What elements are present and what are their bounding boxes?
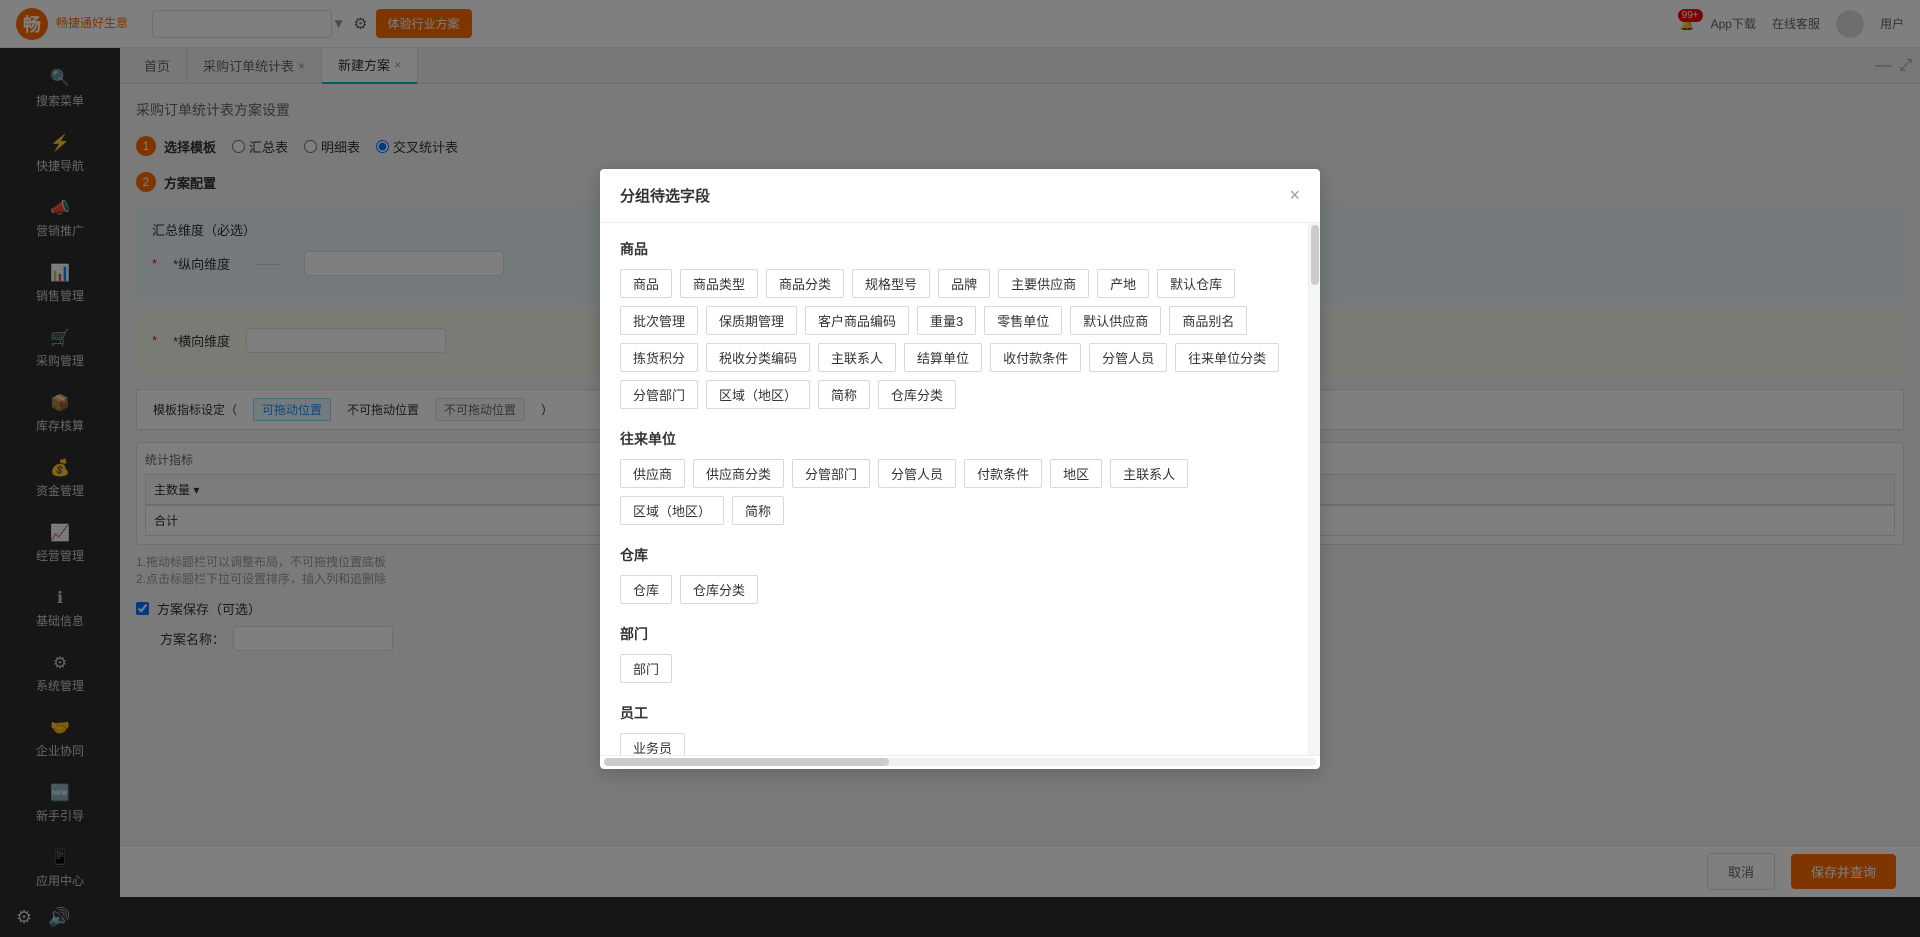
field-tag-往来单位分类[interactable]: 往来单位分类 — [1175, 343, 1279, 372]
field-tag-商品分类[interactable]: 商品分类 — [766, 269, 844, 298]
field-group-往来单位: 往来单位供应商供应商分类分管部门分管人员付款条件地区主联系人区域（地区） 简称 — [620, 429, 1288, 525]
field-tag-分管部门[interactable]: 分管部门 — [620, 380, 698, 409]
field-tag-零售单位[interactable]: 零售单位 — [984, 306, 1062, 335]
field-tag-付款条件[interactable]: 付款条件 — [964, 459, 1042, 488]
horizontal-scrollbar[interactable] — [604, 758, 1316, 766]
field-tag-分管人员[interactable]: 分管人员 — [1089, 343, 1167, 372]
field-tag-区域（地区）[interactable]: 区域（地区） — [706, 380, 810, 409]
field-tag-客户商品编码[interactable]: 客户商品编码 — [805, 306, 909, 335]
field-tags: 部门 — [620, 654, 1288, 683]
field-group-title: 往来单位 — [620, 429, 1288, 449]
field-tag-默认供应商[interactable]: 默认供应商 — [1070, 306, 1161, 335]
modal-header: 分组待选字段 × — [600, 169, 1320, 223]
field-tag-供应商[interactable]: 供应商 — [620, 459, 685, 488]
field-group-title: 商品 — [620, 239, 1288, 259]
field-tag-部门[interactable]: 部门 — [620, 654, 672, 683]
field-tag-拣货积分[interactable]: 拣货积分 — [620, 343, 698, 372]
field-tag-商品[interactable]: 商品 — [620, 269, 672, 298]
field-tag-结算单位[interactable]: 结算单位 — [904, 343, 982, 372]
field-tag-分管人员[interactable]: 分管人员 — [878, 459, 956, 488]
field-group-商品: 商品商品商品类型商品分类规格型号品牌主要供应商产地默认仓库批次管理保质期管理客户… — [620, 239, 1288, 409]
field-tags: 商品商品类型商品分类规格型号品牌主要供应商产地默认仓库批次管理保质期管理客户商品… — [620, 269, 1288, 409]
field-tag-收付款条件[interactable]: 收付款条件 — [990, 343, 1081, 372]
field-tag-商品别名[interactable]: 商品别名 — [1169, 306, 1247, 335]
field-tag-批次管理[interactable]: 批次管理 — [620, 306, 698, 335]
field-tag-主联系人[interactable]: 主联系人 — [1110, 459, 1188, 488]
field-tag-简称[interactable]: 简称 — [818, 380, 870, 409]
field-tag-仓库分类[interactable]: 仓库分类 — [680, 575, 758, 604]
field-group-仓库: 仓库仓库仓库分类 — [620, 545, 1288, 604]
field-tag-区域（地区）[interactable]: 区域（地区） — [620, 496, 724, 525]
modal-close-button[interactable]: × — [1289, 185, 1300, 206]
modal-title: 分组待选字段 — [620, 185, 710, 206]
modal-scroll-content: 商品商品商品类型商品分类规格型号品牌主要供应商产地默认仓库批次管理保质期管理客户… — [600, 223, 1308, 756]
modal-scroll-container: 商品商品商品类型商品分类规格型号品牌主要供应商产地默认仓库批次管理保质期管理客户… — [600, 223, 1320, 756]
field-group-title: 部门 — [620, 624, 1288, 644]
field-tag-商品类型[interactable]: 商品类型 — [680, 269, 758, 298]
modal-scrollbar[interactable] — [1308, 223, 1320, 756]
field-tag-重量3[interactable]: 重量3 — [917, 306, 976, 335]
field-tags: 供应商供应商分类分管部门分管人员付款条件地区主联系人区域（地区） 简称 — [620, 459, 1288, 525]
field-tag-主要供应商[interactable]: 主要供应商 — [998, 269, 1089, 298]
field-tag-地区[interactable]: 地区 — [1050, 459, 1102, 488]
field-tag-仓库分类[interactable]: 仓库分类 — [878, 380, 956, 409]
field-tag-税收分类编码[interactable]: 税收分类编码 — [706, 343, 810, 372]
field-tags: 业务员 — [620, 733, 1288, 756]
horizontal-scrollbar-thumb — [604, 758, 889, 766]
field-group-部门: 部门部门 — [620, 624, 1288, 683]
modal-scrollbar-thumb — [1311, 225, 1319, 285]
field-tag-主联系人[interactable]: 主联系人 — [818, 343, 896, 372]
field-tag-保质期管理[interactable]: 保质期管理 — [706, 306, 797, 335]
field-select-modal: 分组待选字段 × 商品商品商品类型商品分类规格型号品牌主要供应商产地默认仓库批次… — [600, 169, 1320, 769]
field-tag-仓库[interactable]: 仓库 — [620, 575, 672, 604]
field-group-title: 仓库 — [620, 545, 1288, 565]
field-tags: 仓库仓库分类 — [620, 575, 1288, 604]
field-tag-分管部门[interactable]: 分管部门 — [792, 459, 870, 488]
modal-overlay: 分组待选字段 × 商品商品商品类型商品分类规格型号品牌主要供应商产地默认仓库批次… — [0, 0, 1920, 937]
field-group-员工: 员工业务员 — [620, 703, 1288, 756]
field-tag-品牌[interactable]: 品牌 — [938, 269, 990, 298]
field-tag-产地[interactable]: 产地 — [1097, 269, 1149, 298]
field-tag-简称[interactable]: 简称 — [732, 496, 784, 525]
field-tag-规格型号[interactable]: 规格型号 — [852, 269, 930, 298]
modal-footer-scroll — [600, 755, 1320, 768]
field-group-title: 员工 — [620, 703, 1288, 723]
field-tag-默认仓库[interactable]: 默认仓库 — [1157, 269, 1235, 298]
field-tag-业务员[interactable]: 业务员 — [620, 733, 685, 756]
field-tag-供应商分类[interactable]: 供应商分类 — [693, 459, 784, 488]
